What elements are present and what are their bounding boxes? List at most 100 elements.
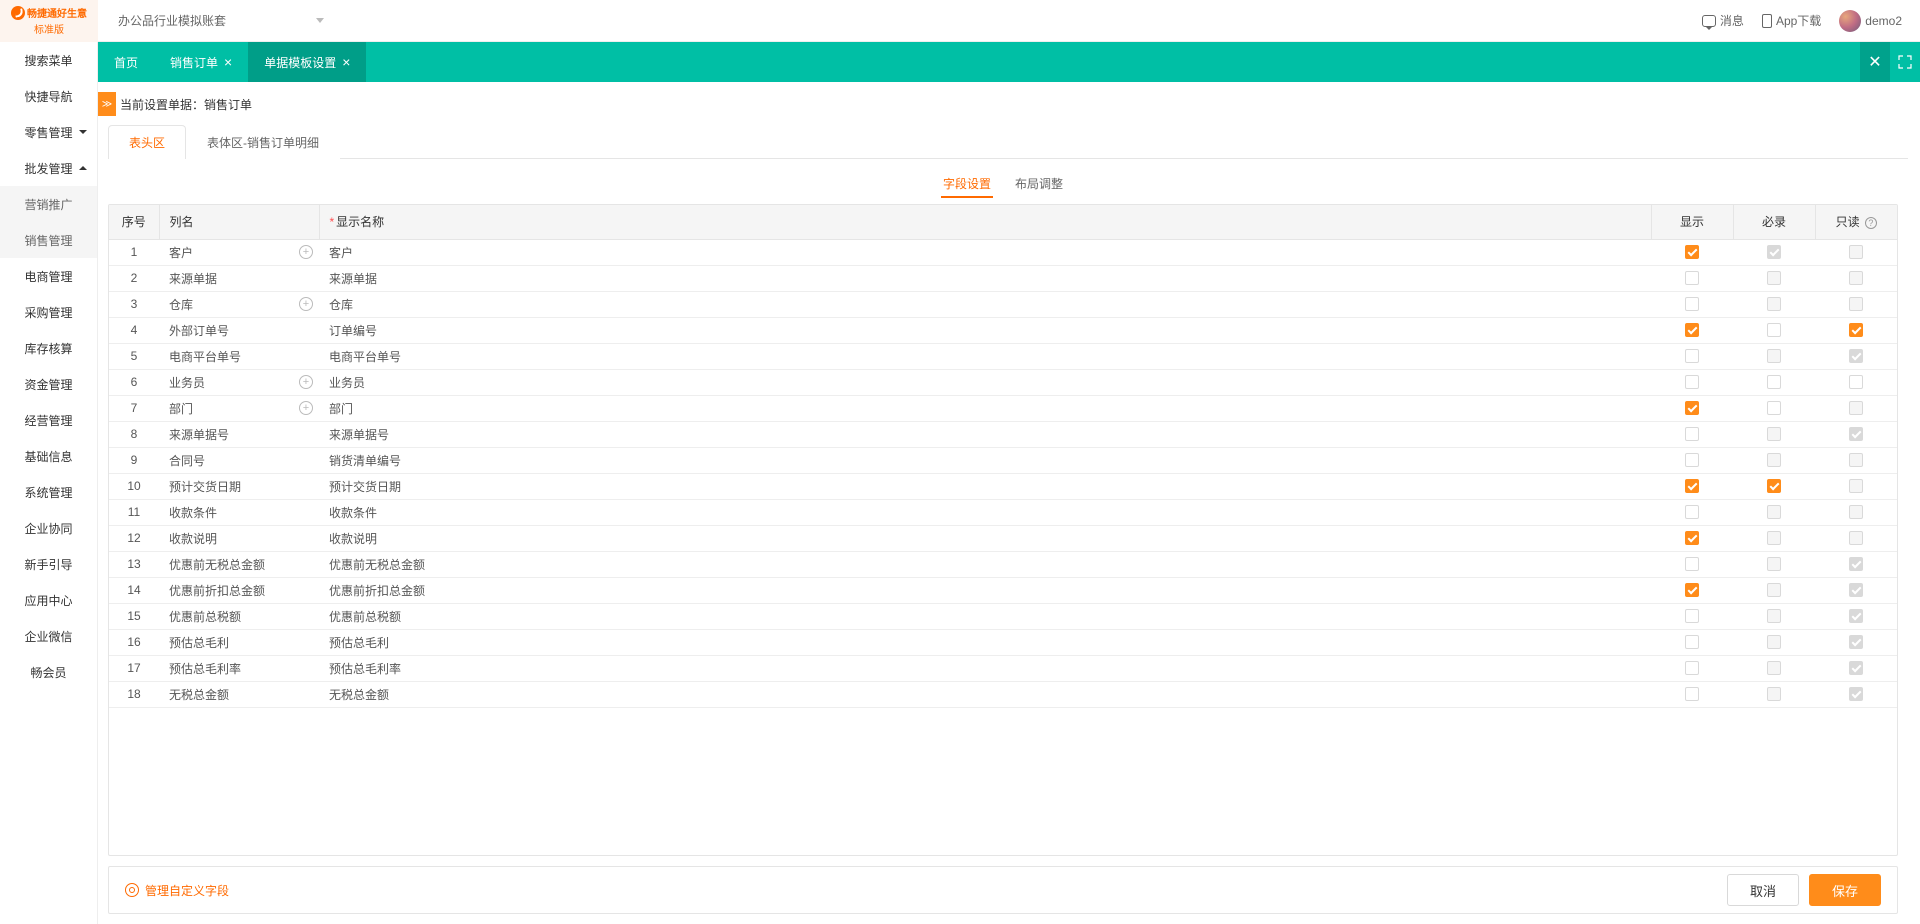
show-checkbox[interactable] [1685,323,1699,337]
cell-display-name[interactable]: 预估总毛利率 [319,655,1651,681]
sidebar-item[interactable]: 搜索菜单 [0,42,97,78]
cell-display-name[interactable]: 业务员 [319,369,1651,395]
sidebar-item[interactable]: 应用中心 [0,582,97,618]
sidebar-item[interactable]: 零售管理 [0,114,97,150]
close-tab-icon[interactable]: × [224,55,232,69]
add-field-button[interactable]: + [299,401,313,415]
fields-table-scroll[interactable]: 序号 列名 *显示名称 显示 必录 只读 ? 1客户+客户2来源单据来源单据3仓… [109,205,1897,855]
readonly-checkbox [1849,427,1863,441]
show-checkbox[interactable] [1685,661,1699,675]
cell-display-name[interactable]: 仓库 [319,291,1651,317]
sidebar-item[interactable]: 库存核算 [0,330,97,366]
cancel-button[interactable]: 取消 [1727,874,1799,906]
close-all-tabs-button[interactable]: ✕ [1860,42,1890,82]
cell-display-name[interactable]: 收款说明 [319,525,1651,551]
chevron-down-icon [316,18,324,23]
show-checkbox[interactable] [1685,609,1699,623]
show-checkbox[interactable] [1685,427,1699,441]
account-selector[interactable]: 办公品行业模拟账套 [118,12,324,29]
app-download-link[interactable]: App下载 [1762,12,1821,29]
sidebar-item[interactable]: 采购管理 [0,294,97,330]
required-checkbox[interactable] [1767,401,1781,415]
show-checkbox[interactable] [1685,583,1699,597]
table-row: 3仓库+仓库 [109,291,1897,317]
cell-display-name[interactable]: 来源单据 [319,265,1651,291]
required-checkbox[interactable] [1767,479,1781,493]
sidebar-item[interactable]: 企业微信 [0,618,97,654]
cell-seq: 17 [109,655,159,681]
cell-display-name[interactable]: 优惠前无税总金额 [319,551,1651,577]
readonly-checkbox[interactable] [1849,375,1863,389]
caret-up-icon [79,166,87,170]
show-checkbox[interactable] [1685,557,1699,571]
sidebar-item[interactable]: 电商管理 [0,258,97,294]
cell-display-name[interactable]: 部门 [319,395,1651,421]
cell-display-name[interactable]: 销货清单编号 [319,447,1651,473]
messages-link[interactable]: 消息 [1702,12,1744,29]
user-menu[interactable]: demo2 [1839,10,1902,32]
section-tab[interactable]: 表体区-销售订单明细 [186,125,340,159]
main-tab[interactable]: 单据模板设置× [248,42,366,82]
add-field-button[interactable]: + [299,375,313,389]
cell-display-name[interactable]: 来源单据号 [319,421,1651,447]
show-checkbox[interactable] [1685,505,1699,519]
readonly-checkbox [1849,635,1863,649]
sidebar-item[interactable]: 新手引导 [0,546,97,582]
sidebar-item[interactable]: 经营管理 [0,402,97,438]
cell-display-name[interactable]: 预计交货日期 [319,473,1651,499]
cell-display-name[interactable]: 收款条件 [319,499,1651,525]
close-tab-icon[interactable]: × [342,55,350,69]
cell-display-name[interactable]: 优惠前折扣总金额 [319,577,1651,603]
main-tab[interactable]: 首页 [98,42,154,82]
show-checkbox[interactable] [1685,271,1699,285]
sidebar-item[interactable]: 企业协同 [0,510,97,546]
sidebar-item[interactable]: 畅会员 [0,654,97,690]
column-name-label: 来源单据号 [169,428,229,442]
required-checkbox [1767,453,1781,467]
cell-show [1651,265,1733,291]
sidebar-item[interactable]: 基础信息 [0,438,97,474]
collapse-notice-button[interactable]: ≫ [98,92,116,116]
fullscreen-button[interactable] [1890,42,1920,82]
add-field-button[interactable]: + [299,245,313,259]
sidebar-item[interactable]: 营销推广 [0,186,97,222]
cell-display-name[interactable]: 订单编号 [319,317,1651,343]
cell-readonly [1815,655,1897,681]
cell-column-name: 无税总金额 [159,681,319,707]
sidebar-item[interactable]: 销售管理 [0,222,97,258]
show-checkbox[interactable] [1685,401,1699,415]
cell-display-name[interactable]: 无税总金额 [319,681,1651,707]
save-button[interactable]: 保存 [1809,874,1881,906]
sub-tab[interactable]: 布局调整 [1013,171,1065,198]
sidebar-item-label: 快捷导航 [24,88,72,105]
add-field-button[interactable]: + [299,297,313,311]
required-checkbox[interactable] [1767,323,1781,337]
info-icon[interactable]: ? [1865,217,1877,229]
sidebar-item[interactable]: 批发管理 [0,150,97,186]
sidebar-item[interactable]: 资金管理 [0,366,97,402]
cell-display-name[interactable]: 优惠前总税额 [319,603,1651,629]
sidebar-item[interactable]: 快捷导航 [0,78,97,114]
manage-custom-fields-link[interactable]: 管理自定义字段 [125,882,229,899]
show-checkbox[interactable] [1685,479,1699,493]
show-checkbox[interactable] [1685,687,1699,701]
cell-show [1651,681,1733,707]
section-tab[interactable]: 表头区 [108,125,186,159]
show-checkbox[interactable] [1685,245,1699,259]
show-checkbox[interactable] [1685,531,1699,545]
show-checkbox[interactable] [1685,349,1699,363]
col-header-name: 列名 [159,205,319,239]
cell-display-name[interactable]: 客户 [319,239,1651,265]
show-checkbox[interactable] [1685,297,1699,311]
cell-display-name[interactable]: 预估总毛利 [319,629,1651,655]
required-checkbox[interactable] [1767,375,1781,389]
readonly-checkbox[interactable] [1849,323,1863,337]
show-checkbox[interactable] [1685,635,1699,649]
show-checkbox[interactable] [1685,375,1699,389]
cell-display-name[interactable]: 电商平台单号 [319,343,1651,369]
sidebar-item[interactable]: 系统管理 [0,474,97,510]
show-checkbox[interactable] [1685,453,1699,467]
main-tab[interactable]: 销售订单× [154,42,248,82]
sub-tab[interactable]: 字段设置 [941,171,993,198]
cell-seq: 3 [109,291,159,317]
